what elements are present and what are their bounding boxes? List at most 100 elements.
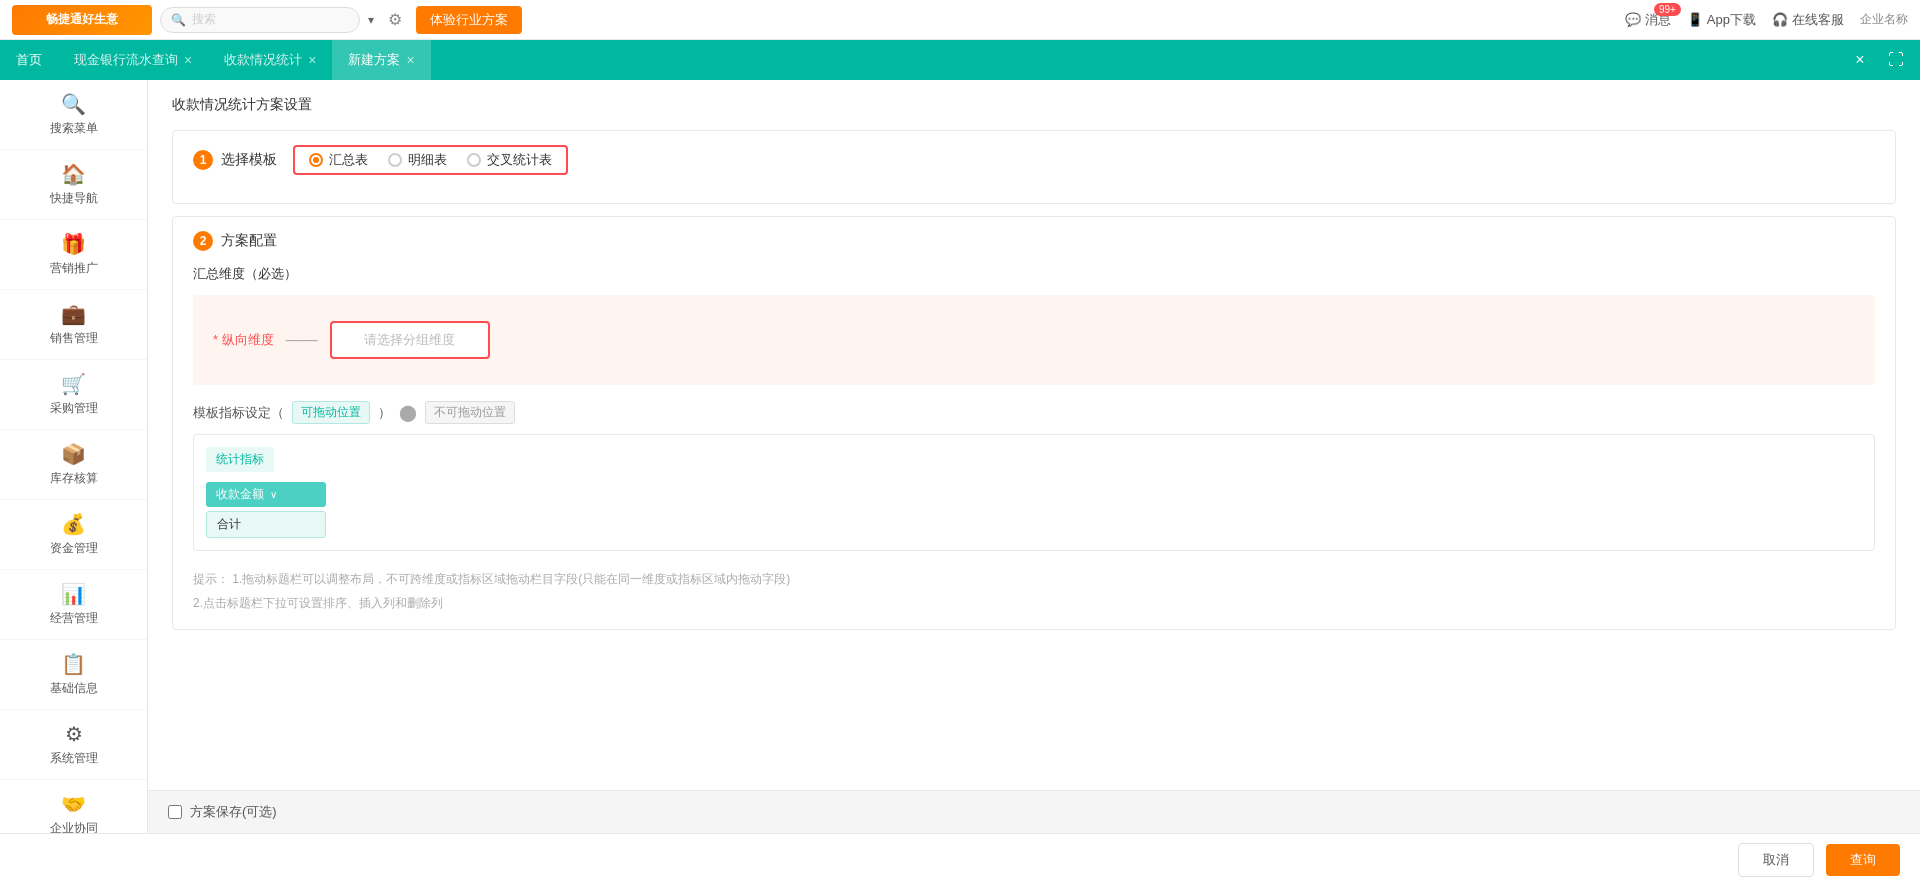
tab-cash-bank-close[interactable]: × (184, 52, 192, 68)
sidebar-inventory-label: 库存核算 (50, 470, 98, 487)
tips-section: 提示： 1.拖动标题栏可以调整布局，不可跨维度或指标区域拖动栏目字段(只能在同一… (193, 567, 1875, 615)
metric-collection-amount[interactable]: 收款金额 ∨ (206, 482, 326, 507)
tab-collection-stats[interactable]: 收款情况统计 × (208, 40, 332, 80)
sidebar-finance-label: 资金管理 (50, 540, 98, 557)
sidebar-item-home[interactable]: 🏠 快捷导航 (0, 150, 147, 220)
search-menu-icon: 🔍 (61, 92, 86, 116)
sidebar-item-management[interactable]: 📊 经营管理 (0, 570, 147, 640)
tip-line2: 2.点击标题栏下拉可设置排序、插入列和删除列 (193, 591, 1875, 615)
option-cross[interactable]: 交叉统计表 (467, 151, 552, 169)
dimension-section: 汇总维度（必选） * 纵向维度 —— 请选择分组维度 (193, 265, 1875, 385)
tab-new-plan-close[interactable]: × (406, 52, 414, 68)
tab-cash-bank[interactable]: 现金银行流水查询 × (58, 40, 208, 80)
sidebar-purchase-label: 采购管理 (50, 400, 98, 417)
save-checkbox[interactable] (168, 805, 182, 819)
step2-number: 2 (193, 231, 213, 251)
user-info[interactable]: 企业名称 (1860, 11, 1908, 28)
content-wrapper: 收款情况统计方案设置 1 选择模板 汇总表 (148, 80, 1920, 833)
dimension-title: 汇总维度（必选） (193, 265, 1875, 283)
sidebar-basics-label: 基础信息 (50, 680, 98, 697)
window-maximize-icon[interactable]: ⛶ (1882, 46, 1910, 74)
metric-dropdown-icon[interactable]: ∨ (270, 489, 277, 500)
metrics-title: 模板指标设定（ (193, 404, 284, 422)
app-logo: 畅捷通好生意 (12, 5, 152, 35)
metrics-section: 模板指标设定（ 可拖动位置 ） ⬤ 不可拖动位置 统计指标 (193, 401, 1875, 551)
breadcrumb: 收款情况统计方案设置 (172, 96, 1896, 114)
inventory-icon: 📦 (61, 442, 86, 466)
tab-collection-close[interactable]: × (308, 52, 316, 68)
cancel-button[interactable]: 取消 (1738, 843, 1814, 877)
query-button[interactable]: 查询 (1826, 844, 1900, 876)
nav-dropdown[interactable]: ▾ (368, 13, 374, 27)
content-area: 收款情况统计方案设置 1 选择模板 汇总表 (148, 80, 1920, 833)
download-icon: 📱 (1687, 12, 1703, 27)
download-label: App下载 (1707, 11, 1756, 29)
sales-icon: 💼 (61, 302, 86, 326)
metric-items: 收款金额 ∨ 合计 (206, 482, 326, 538)
option-summary[interactable]: 汇总表 (309, 151, 368, 169)
tab-home-label: 首页 (16, 51, 42, 69)
stats-label: 统计指标 (206, 447, 274, 472)
search-icon: 🔍 (171, 13, 186, 27)
tab-new-plan[interactable]: 新建方案 × (332, 40, 430, 80)
service-icon: 🎧 (1772, 12, 1788, 27)
sidebar-enterprise-label: 企业协同 (50, 820, 98, 833)
message-badge: 99+ (1654, 3, 1681, 16)
sidebar-search-label: 搜索菜单 (50, 120, 98, 137)
sidebar-item-finance[interactable]: 💰 资金管理 (0, 500, 147, 570)
bottom-bar: 取消 查询 (0, 833, 1920, 885)
dimension-select[interactable]: 请选择分组维度 (330, 321, 490, 359)
radio-cross[interactable] (467, 153, 481, 167)
dimension-arrow: —— (286, 331, 318, 349)
basics-icon: 📋 (61, 652, 86, 676)
app-download-button[interactable]: 📱 App下载 (1687, 11, 1756, 29)
option-cross-label: 交叉统计表 (487, 151, 552, 169)
metric-subtotal: 合计 (206, 511, 326, 538)
tab-home[interactable]: 首页 (0, 40, 58, 80)
step1-header: 1 选择模板 汇总表 明细表 (193, 145, 1875, 175)
radio-summary[interactable] (309, 153, 323, 167)
marketing-icon: 🎁 (61, 232, 86, 256)
metric-name: 收款金额 (216, 486, 264, 503)
metrics-container: 统计指标 收款金额 ∨ 合计 (193, 434, 1875, 551)
tab-collection-label: 收款情况统计 (224, 51, 302, 69)
sidebar-item-sales[interactable]: 💼 销售管理 (0, 290, 147, 360)
sidebar-item-purchase[interactable]: 🛒 采购管理 (0, 360, 147, 430)
top-bar-left: 畅捷通好生意 🔍 搜索 ▾ ⚙ 体验行业方案 (12, 5, 522, 35)
sidebar-item-basics[interactable]: 📋 基础信息 (0, 640, 147, 710)
sidebar-item-marketing[interactable]: 🎁 营销推广 (0, 220, 147, 290)
settings-icon[interactable]: ⚙ (382, 7, 408, 33)
sidebar-item-system[interactable]: ⚙ 系统管理 (0, 710, 147, 780)
radio-detail[interactable] (388, 153, 402, 167)
dropdown-icon: ▾ (368, 13, 374, 27)
sidebar-sales-label: 销售管理 (50, 330, 98, 347)
online-service-button[interactable]: 🎧 在线客服 (1772, 11, 1844, 29)
industry-button[interactable]: 体验行业方案 (416, 6, 522, 34)
sidebar-item-search[interactable]: 🔍 搜索菜单 (0, 80, 147, 150)
main-layout: 🔍 搜索菜单 🏠 快捷导航 🎁 营销推广 💼 销售管理 🛒 采购管理 📦 库存核… (0, 80, 1920, 833)
search-bar: 🔍 搜索 (160, 7, 360, 33)
dimension-row: * 纵向维度 —— 请选择分组维度 (213, 321, 490, 359)
purchase-icon: 🛒 (61, 372, 86, 396)
window-close-icon[interactable]: × (1846, 46, 1874, 74)
tip-line1: 提示： 1.拖动标题栏可以调整布局，不可跨维度或指标区域拖动栏目字段(只能在同一… (193, 567, 1875, 591)
step2-title: 方案配置 (221, 232, 277, 250)
step1-number: 1 (193, 150, 213, 170)
non-draggable-tag: 不可拖动位置 (425, 401, 515, 424)
sidebar-item-enterprise[interactable]: 🤝 企业协同 (0, 780, 147, 833)
nav-tabs-bar: 首页 现金银行流水查询 × 收款情况统计 × 新建方案 × × ⛶ (0, 40, 1920, 80)
non-draggable-icon: ⬤ (399, 403, 417, 422)
enterprise-icon: 🤝 (61, 792, 86, 816)
message-button[interactable]: 💬 消息 99+ (1625, 11, 1671, 29)
sidebar-item-inventory[interactable]: 📦 库存核算 (0, 430, 147, 500)
metrics-title-suffix: ） (378, 404, 391, 422)
option-detail[interactable]: 明细表 (388, 151, 447, 169)
save-section: 方案保存(可选) (148, 790, 1920, 833)
option-detail-label: 明细表 (408, 151, 447, 169)
message-icon: 💬 (1625, 12, 1641, 27)
top-bar: 畅捷通好生意 🔍 搜索 ▾ ⚙ 体验行业方案 💬 消息 99+ 📱 App下载 … (0, 0, 1920, 40)
sidebar: 🔍 搜索菜单 🏠 快捷导航 🎁 营销推广 💼 销售管理 🛒 采购管理 📦 库存核… (0, 80, 148, 833)
sidebar-home-label: 快捷导航 (50, 190, 98, 207)
step2-header: 2 方案配置 (193, 231, 1875, 251)
inner-content: 收款情况统计方案设置 1 选择模板 汇总表 (148, 80, 1920, 790)
